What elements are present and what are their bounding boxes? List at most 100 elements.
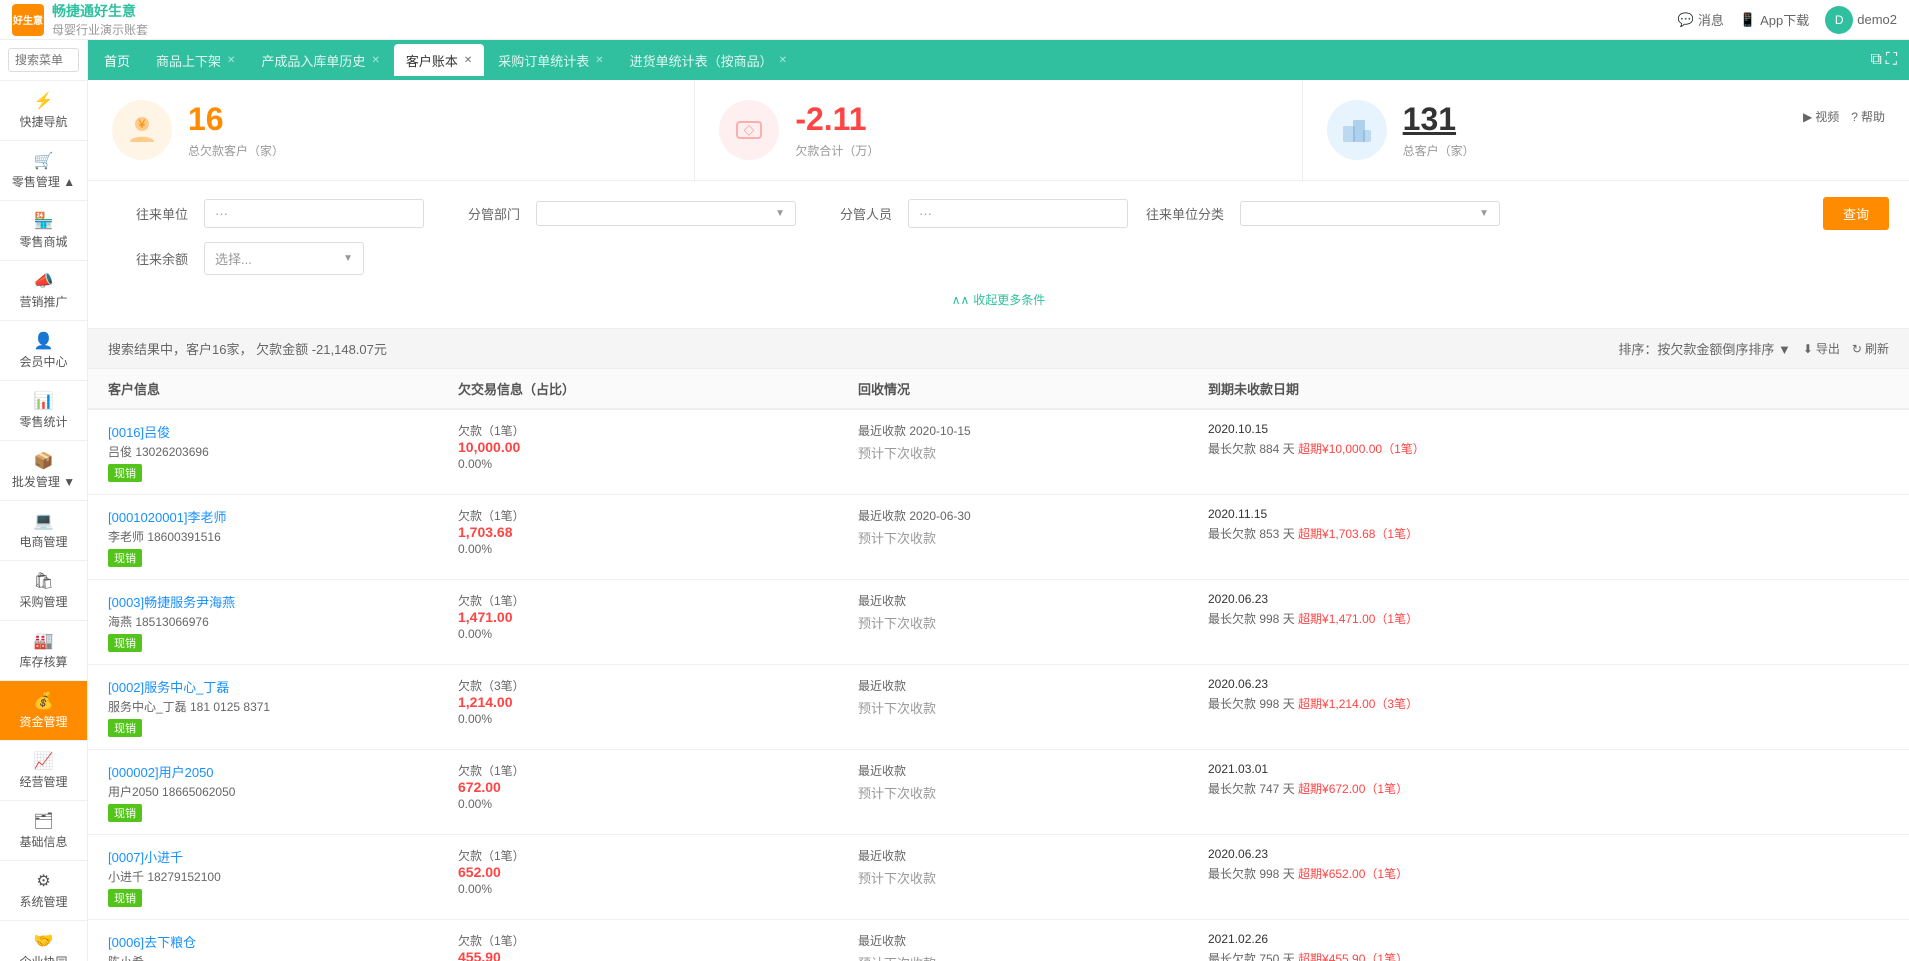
customer-tag-2: 现销 bbox=[108, 634, 142, 652]
sidebar-item-corp[interactable]: 🤝 企业协同 bbox=[0, 921, 87, 961]
overdue-amount-3[interactable]: 超期¥1,214.00（3笔） bbox=[1298, 697, 1418, 711]
finance-label: 资金管理 bbox=[8, 713, 79, 730]
tab-inbound-stats[interactable]: 进货单统计表（按商品） ✕ bbox=[618, 44, 799, 76]
stat-card-total-customers: 131 总客户（家） ▶ 视频 ? 帮助 bbox=[1303, 80, 1909, 180]
person-dots-icon: ··· bbox=[919, 206, 932, 221]
system-label: 系统管理 bbox=[8, 893, 79, 910]
filter-person[interactable]: ··· bbox=[908, 199, 1128, 228]
due-date-6: 2021.02.26 bbox=[1208, 932, 1889, 946]
filter-source-unit[interactable]: ··· bbox=[204, 199, 424, 228]
filter-label-unit-category: 往来单位分类 bbox=[1144, 204, 1224, 223]
tab-end-btns: ⧉ ⛶ bbox=[1862, 51, 1905, 69]
sidebar-item-retail-stat[interactable]: 📊 零售统计 bbox=[0, 381, 87, 441]
sidebar-item-retail-mgmt[interactable]: 🛒 零售管理 ▲ bbox=[0, 141, 87, 201]
recovery-info-5: 最近收款 预计下次收款 bbox=[858, 847, 1208, 887]
filter-dept[interactable]: ▼ bbox=[536, 201, 796, 226]
sidebar-item-member[interactable]: 👤 会员中心 bbox=[0, 321, 87, 381]
debt-percent-3: 0.00% bbox=[458, 712, 858, 726]
retail-mgmt-label: 零售管理 ▲ bbox=[8, 173, 79, 190]
sidebar-item-marketing[interactable]: 📣 营销推广 bbox=[0, 261, 87, 321]
ecommerce-label: 电商管理 bbox=[8, 533, 79, 550]
debt-amount-3: 1,214.00 bbox=[458, 694, 858, 710]
sidebar-item-batch-mgmt[interactable]: 📦 批发管理 ▼ bbox=[0, 441, 87, 501]
export-btn[interactable]: ⬇ 导出 bbox=[1803, 340, 1840, 357]
collapse-btn[interactable]: ∧∧ 收起更多条件 bbox=[108, 287, 1889, 312]
last-collect-1: 最近收款 2020-06-30 bbox=[858, 507, 1208, 524]
quick-nav-icon: ⚡ bbox=[8, 91, 79, 111]
avatar: D bbox=[1825, 6, 1853, 34]
message-label: 消息 bbox=[1698, 10, 1724, 29]
search-input[interactable] bbox=[8, 48, 79, 72]
filter-balance[interactable]: 选择... ▼ bbox=[204, 242, 364, 275]
stat-top-right: ▶ 视频 ? 帮助 bbox=[1803, 100, 1885, 125]
last-collect-2: 最近收款 bbox=[858, 592, 1208, 609]
tab-customer-account-close[interactable]: ✕ bbox=[464, 55, 472, 66]
customer-name-4[interactable]: [000002]用户2050 bbox=[108, 765, 214, 780]
customer-name-2[interactable]: [0003]畅捷服务尹海燕 bbox=[108, 595, 235, 610]
overdue-days-6: 最长欠款 750 天 超期¥455.90（1笔） bbox=[1208, 950, 1889, 961]
debt-amount-2: 1,471.00 bbox=[458, 609, 858, 625]
sidebar-item-system[interactable]: ⚙ 系统管理 bbox=[0, 861, 87, 921]
help-btn[interactable]: ? 帮助 bbox=[1851, 108, 1885, 125]
tab-home[interactable]: 首页 bbox=[92, 44, 142, 76]
refresh-btn[interactable]: ↻ 刷新 bbox=[1852, 340, 1889, 357]
tab-customer-account[interactable]: 客户账本 ✕ bbox=[394, 44, 484, 76]
tab-fullscreen-btn[interactable]: ⛶ bbox=[1886, 51, 1897, 69]
sidebar-item-search[interactable] bbox=[0, 40, 87, 81]
overdue-days-0: 最长欠款 884 天 超期¥10,000.00（1笔） bbox=[1208, 440, 1889, 457]
recovery-info-1: 最近收款 2020-06-30 预计下次收款 bbox=[858, 507, 1208, 547]
sidebar-item-ecommerce[interactable]: 💻 电商管理 bbox=[0, 501, 87, 561]
overdue-amount-5[interactable]: 超期¥652.00（1笔） bbox=[1298, 867, 1408, 881]
search-button[interactable]: 查询 bbox=[1823, 197, 1889, 230]
filter-unit-category[interactable]: ▼ bbox=[1240, 201, 1500, 226]
sidebar-item-base[interactable]: 🗂 基础信息 bbox=[0, 801, 87, 861]
recovery-info-2: 最近收款 预计下次收款 bbox=[858, 592, 1208, 632]
recovery-info-0: 最近收款 2020-10-15 预计下次收款 bbox=[858, 422, 1208, 462]
recovery-info-4: 最近收款 预计下次收款 bbox=[858, 762, 1208, 802]
tab-purchase-stats-close[interactable]: ✕ bbox=[595, 55, 603, 66]
overdue-days-3: 最长欠款 998 天 超期¥1,214.00（3笔） bbox=[1208, 695, 1889, 712]
filter-area: 往来单位 ··· 分管部门 ▼ 分管人员 ··· 往来单位 bbox=[88, 181, 1909, 329]
message-btn[interactable]: 💬 消息 bbox=[1678, 10, 1724, 29]
tab-product-offline-close[interactable]: ✕ bbox=[227, 55, 235, 66]
overdue-amount-6[interactable]: 超期¥455.90（1笔） bbox=[1298, 952, 1408, 961]
debt-info-5: 欠款（1笔） 652.00 0.00% bbox=[458, 847, 858, 896]
debt-count-0: 欠款（1笔） bbox=[458, 422, 858, 439]
overdue-amount-0[interactable]: 超期¥10,000.00（1笔） bbox=[1298, 442, 1425, 456]
customer-name-1[interactable]: [0001020001]李老师 bbox=[108, 510, 227, 525]
customer-tag-4: 现销 bbox=[108, 804, 142, 822]
sidebar-item-quick-nav[interactable]: ⚡ 快捷导航 bbox=[0, 81, 87, 141]
debt-percent-2: 0.00% bbox=[458, 627, 858, 641]
ops-label: 经营管理 bbox=[8, 773, 79, 790]
sidebar-item-ops[interactable]: 📈 经营管理 bbox=[0, 741, 87, 801]
debt-summary: 欠款金额 -21,148.07元 bbox=[256, 342, 387, 357]
table-row: [0003]畅捷服务尹海燕 海燕 18513066976 现销 欠款（1笔） 1… bbox=[88, 580, 1909, 665]
sidebar-item-retail-mall[interactable]: 🏪 零售商城 bbox=[0, 201, 87, 261]
sidebar-item-purchase[interactable]: 🛍 采购管理 bbox=[0, 561, 87, 621]
due-date-info-3: 2020.06.23 最长欠款 998 天 超期¥1,214.00（3笔） bbox=[1208, 677, 1889, 712]
sidebar-item-inventory[interactable]: 🏭 库存核算 bbox=[0, 621, 87, 681]
debt-info-3: 欠款（3笔） 1,214.00 0.00% bbox=[458, 677, 858, 726]
tab-collapse-btn[interactable]: ⧉ bbox=[1870, 51, 1881, 69]
overdue-amount-4[interactable]: 超期¥672.00（1笔） bbox=[1298, 782, 1408, 796]
user-menu[interactable]: D demo2 bbox=[1825, 6, 1897, 34]
customer-name-6[interactable]: [0006]去下粮仓 bbox=[108, 935, 196, 950]
tab-inbound-stats-close[interactable]: ✕ bbox=[779, 55, 787, 66]
tab-product-history-close[interactable]: ✕ bbox=[371, 55, 379, 66]
customer-name-5[interactable]: [0007]小进千 bbox=[108, 850, 183, 865]
video-btn[interactable]: ▶ 视频 bbox=[1803, 108, 1839, 125]
sidebar-item-finance[interactable]: 💰 资金管理 bbox=[0, 681, 87, 741]
refresh-icon: ↻ bbox=[1852, 342, 1862, 356]
app-download-btn[interactable]: 📱 App下载 bbox=[1740, 10, 1809, 29]
sidebar: ⚡ 快捷导航 🛒 零售管理 ▲ 🏪 零售商城 📣 营销推广 👤 会员中心 📊 bbox=[0, 40, 88, 961]
last-collect-5: 最近收款 bbox=[858, 847, 1208, 864]
tab-product-offline[interactable]: 商品上下架 ✕ bbox=[144, 44, 247, 76]
overdue-amount-2[interactable]: 超期¥1,471.00（1笔） bbox=[1298, 612, 1418, 626]
overdue-amount-1[interactable]: 超期¥1,703.68（1笔） bbox=[1298, 527, 1418, 541]
customer-name-0[interactable]: [0016]吕俊 bbox=[108, 425, 170, 440]
tab-purchase-stats[interactable]: 采购订单统计表 ✕ bbox=[486, 44, 615, 76]
customer-name-3[interactable]: [0002]服务中心_丁磊 bbox=[108, 680, 229, 695]
stat-card-debt-total: ◇ -2.11 欠款合计（万） bbox=[695, 80, 1302, 180]
table-row: [0002]服务中心_丁磊 服务中心_丁磊 181 0125 8371 现销 欠… bbox=[88, 665, 1909, 750]
tab-product-history[interactable]: 产成品入库单历史 ✕ bbox=[249, 44, 391, 76]
